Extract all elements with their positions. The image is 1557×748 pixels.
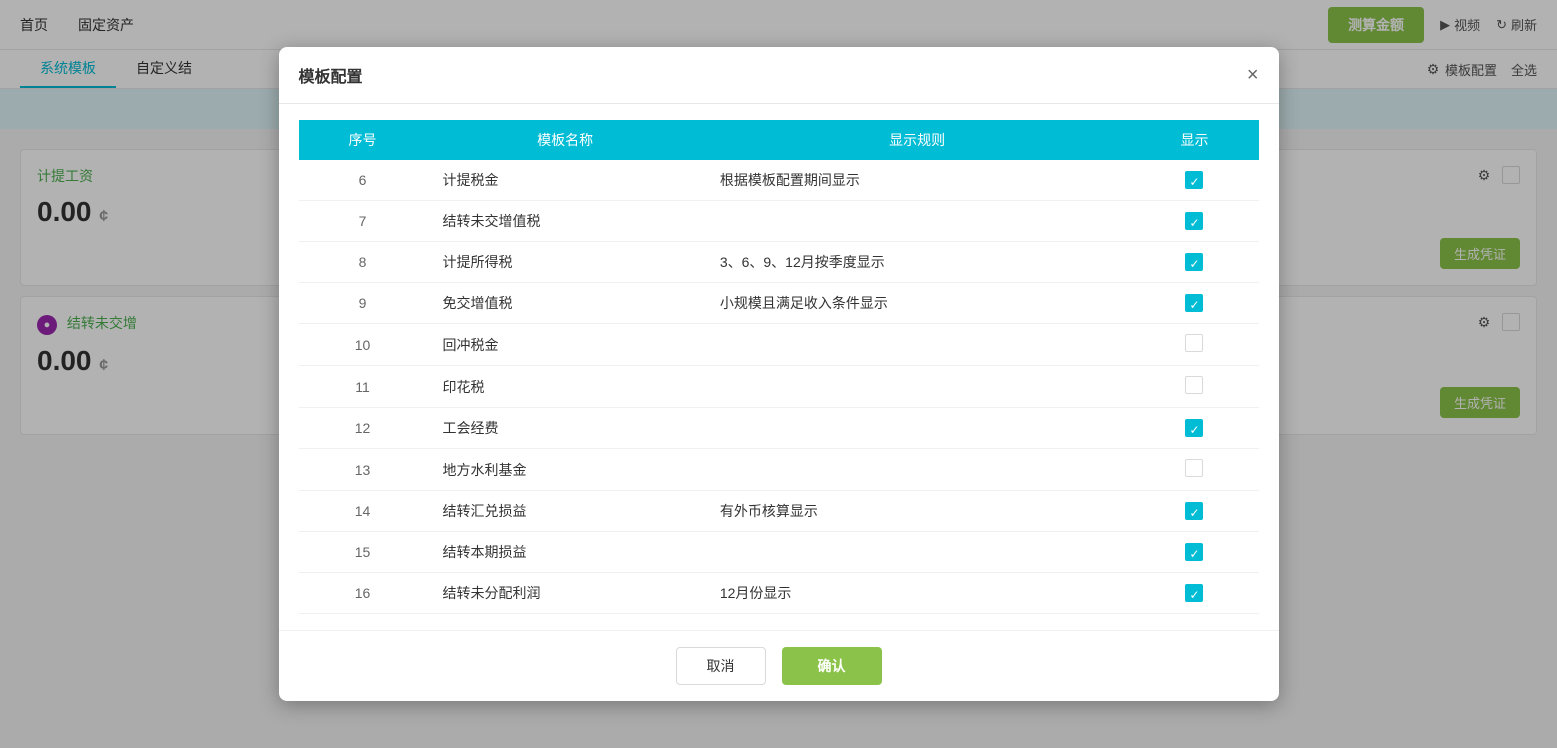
table-wrapper[interactable]: 序号 模板名称 显示规则 显示 6计提税金根据模板配置期间显示7结转未交增值税8…: [299, 120, 1259, 614]
cell-index: 15: [299, 532, 427, 573]
display-checkbox[interactable]: [1185, 502, 1203, 520]
col-header-index: 序号: [299, 120, 427, 160]
display-checkbox[interactable]: [1185, 212, 1203, 230]
table-row: 6计提税金根据模板配置期间显示: [299, 160, 1259, 201]
table-row: 15结转本期损益: [299, 532, 1259, 573]
cell-name: 计提所得税: [427, 242, 704, 283]
cell-display: [1130, 366, 1258, 408]
display-checkbox[interactable]: [1185, 376, 1203, 394]
cell-display: [1130, 573, 1258, 614]
cell-name: 地方水利基金: [427, 449, 704, 491]
cell-display: [1130, 283, 1258, 324]
cell-index: 16: [299, 573, 427, 614]
cell-name: 结转本期损益: [427, 532, 704, 573]
modal-body: 序号 模板名称 显示规则 显示 6计提税金根据模板配置期间显示7结转未交增值税8…: [279, 104, 1279, 630]
table-row: 8计提所得税3、6、9、12月按季度显示: [299, 242, 1259, 283]
cell-name: 工会经费: [427, 408, 704, 449]
cell-rule: [704, 201, 1131, 242]
cell-name: 印花税: [427, 366, 704, 408]
cell-display: [1130, 160, 1258, 201]
cell-name: 计提税金: [427, 160, 704, 201]
display-checkbox[interactable]: [1185, 294, 1203, 312]
table-row: 13地方水利基金: [299, 449, 1259, 491]
cell-rule: [704, 366, 1131, 408]
col-header-name: 模板名称: [427, 120, 704, 160]
modal-footer: 取消 确认: [279, 630, 1279, 701]
display-checkbox[interactable]: [1185, 334, 1203, 352]
col-header-rule: 显示规则: [704, 120, 1131, 160]
cancel-button[interactable]: 取消: [676, 647, 766, 685]
cell-index: 14: [299, 491, 427, 532]
cell-rule: [704, 408, 1131, 449]
display-checkbox[interactable]: [1185, 584, 1203, 602]
table-row: 16结转未分配利润12月份显示: [299, 573, 1259, 614]
table-body: 6计提税金根据模板配置期间显示7结转未交增值税8计提所得税3、6、9、12月按季…: [299, 160, 1259, 614]
cell-rule: 根据模板配置期间显示: [704, 160, 1131, 201]
modal-title: 模板配置: [299, 63, 363, 87]
cell-rule: 有外币核算显示: [704, 491, 1131, 532]
cell-rule: 小规模且满足收入条件显示: [704, 283, 1131, 324]
cell-name: 回冲税金: [427, 324, 704, 366]
confirm-button[interactable]: 确认: [782, 647, 882, 685]
cell-index: 10: [299, 324, 427, 366]
modal-overlay: 模板配置 × 序号 模板名称 显示规则 显示 6计提税金根据模板配置期间显: [0, 0, 1557, 748]
cell-display: [1130, 201, 1258, 242]
cell-index: 12: [299, 408, 427, 449]
display-checkbox[interactable]: [1185, 419, 1203, 437]
cell-rule: [704, 324, 1131, 366]
cell-display: [1130, 449, 1258, 491]
modal-close-button[interactable]: ×: [1247, 65, 1259, 85]
cell-rule: 12月份显示: [704, 573, 1131, 614]
cell-index: 6: [299, 160, 427, 201]
cell-rule: [704, 449, 1131, 491]
table-row: 12工会经费: [299, 408, 1259, 449]
cell-display: [1130, 408, 1258, 449]
table-row: 10回冲税金: [299, 324, 1259, 366]
cell-name: 免交增值税: [427, 283, 704, 324]
modal-header: 模板配置 ×: [279, 47, 1279, 104]
template-config-modal: 模板配置 × 序号 模板名称 显示规则 显示 6计提税金根据模板配置期间显: [279, 47, 1279, 701]
cell-display: [1130, 324, 1258, 366]
table-row: 14结转汇兑损益有外币核算显示: [299, 491, 1259, 532]
cell-name: 结转未交增值税: [427, 201, 704, 242]
table-row: 7结转未交增值税: [299, 201, 1259, 242]
cell-name: 结转未分配利润: [427, 573, 704, 614]
cell-index: 13: [299, 449, 427, 491]
display-checkbox[interactable]: [1185, 543, 1203, 561]
display-checkbox[interactable]: [1185, 459, 1203, 477]
table-row: 9免交增值税小规模且满足收入条件显示: [299, 283, 1259, 324]
cell-index: 9: [299, 283, 427, 324]
cell-index: 8: [299, 242, 427, 283]
cell-index: 11: [299, 366, 427, 408]
cell-display: [1130, 242, 1258, 283]
cell-rule: [704, 532, 1131, 573]
cell-index: 7: [299, 201, 427, 242]
table-row: 11印花税: [299, 366, 1259, 408]
display-checkbox[interactable]: [1185, 171, 1203, 189]
cell-display: [1130, 491, 1258, 532]
cell-rule: 3、6、9、12月按季度显示: [704, 242, 1131, 283]
col-header-display: 显示: [1130, 120, 1258, 160]
cell-name: 结转汇兑损益: [427, 491, 704, 532]
display-checkbox[interactable]: [1185, 253, 1203, 271]
config-table: 序号 模板名称 显示规则 显示 6计提税金根据模板配置期间显示7结转未交增值税8…: [299, 120, 1259, 614]
cell-display: [1130, 532, 1258, 573]
table-header: 序号 模板名称 显示规则 显示: [299, 120, 1259, 160]
